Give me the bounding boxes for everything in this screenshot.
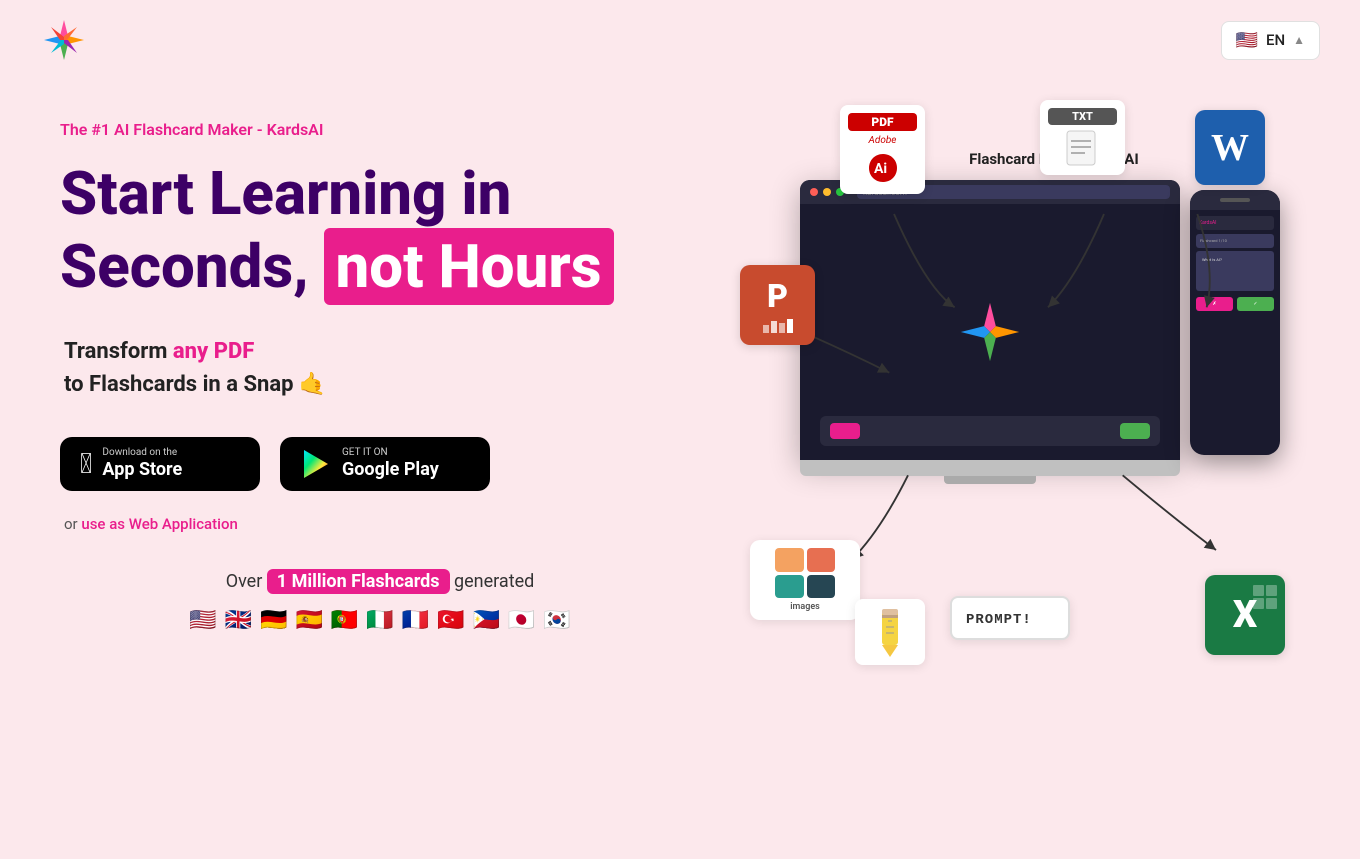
left-panel: The #1 AI Flashcard Maker - KardsAI Star… [60,100,700,720]
header: 🇺🇸 EN ▲ [0,0,1360,80]
app-store-small-text: Download on the [102,447,182,459]
flag-kr: 🇰🇷 [543,608,570,633]
bottom-bar-btn-2 [1120,423,1150,439]
right-panel: Flashcard Maker KardsAI kardsai.com [740,100,1300,720]
laptop-stand [944,476,1036,484]
flag-fr: 🇫🇷 [402,608,429,633]
pdf-sub: Adobe [869,135,897,146]
phone-content: KardsAI Flashcard 1/10 What is AI? ✗ ✓ [1190,210,1280,317]
kardsai-logo-icon [40,16,88,64]
txt-file-icon [1063,129,1103,167]
flag-de: 🇩🇪 [260,608,287,633]
logo-container [40,16,88,64]
app-store-button[interactable]:  Download on the App Store [60,437,260,491]
illustration-container: Flashcard Maker KardsAI kardsai.com [740,100,1300,720]
google-play-icon [300,448,332,480]
google-play-text-group: GET IT ON Google Play [342,447,439,481]
stats-text: Over 1 Million Flashcards generated [60,569,700,594]
app-buttons:  Download on the App Store [60,437,700,491]
laptop-screen: kardsai.com [800,180,1180,460]
prompt-label: PROMPT! [966,612,1032,628]
flag-us: 🇺🇸 [189,608,216,633]
million-badge: 1 Million Flashcards [267,569,450,594]
stats-prefix: Over [226,571,263,592]
google-play-button[interactable]: GET IT ON Google Play [280,437,490,491]
bottom-bar-btn-1 [830,423,860,439]
language-selector[interactable]: 🇺🇸 EN ▲ [1221,21,1320,60]
sub-heading-highlight: any PDF [173,339,254,364]
stats-suffix: generated [454,571,534,592]
svg-text:Ai: Ai [874,161,887,177]
language-label: EN [1266,31,1285,49]
notes-icon [855,599,925,665]
stats-section: Over 1 Million Flashcards generated 🇺🇸 🇬… [60,569,700,633]
laptop-base [800,460,1180,476]
web-link-section: or use as Web Application [60,515,700,533]
heading-line2-prefix: Seconds, [60,231,309,302]
sub-heading-suffix: to Flashcards in a Snap 🤙 [64,372,326,397]
laptop-logo [955,297,1025,367]
flag-jp: 🇯🇵 [508,608,535,633]
word-icon: W [1195,110,1275,185]
pencil-icon [870,607,910,657]
sub-heading: Transform any PDF to Flashcards in a Sna… [60,335,700,401]
laptop-content [800,204,1180,460]
heading-highlight: not Hours [324,228,614,305]
flag-pt: 🇵🇹 [331,608,358,633]
hero-heading: Start Learning in Seconds, not Hours [60,159,700,305]
main-content: The #1 AI Flashcard Maker - KardsAI Star… [0,80,1360,740]
phone-notch [1220,198,1250,202]
app-store-large-text: App Store [102,459,182,481]
google-play-small-text: GET IT ON [342,447,439,459]
pdf-acrobat-icon: Ai [865,150,901,186]
prompt-icon: PROMPT! [950,596,1070,640]
web-link-prefix: or [64,515,78,533]
web-app-link[interactable]: use as Web Application [81,515,237,533]
flag-es: 🇪🇸 [295,608,322,633]
ppt-letter: P [767,277,788,315]
flag-it: 🇮🇹 [366,608,393,633]
ppt-icon: P [740,265,820,345]
laptop-bottom-bar [820,416,1160,446]
images-icon: images [750,540,860,620]
pdf-label: PDF [848,113,917,131]
ppt-chart [763,319,793,333]
flag-gb: 🇬🇧 [225,608,252,633]
word-letter: W [1211,126,1249,170]
tagline: The #1 AI Flashcard Maker - KardsAI [60,120,700,139]
device-area: kardsai.com [800,180,1280,580]
heading-line1: Start Learning in [60,158,511,229]
app-store-text-group: Download on the App Store [102,447,182,481]
apple-icon:  [80,447,92,480]
chevron-up-icon: ▲ [1293,33,1305,47]
us-flag-icon: 🇺🇸 [1236,30,1258,51]
txt-label: TXT [1048,108,1117,125]
phone-screen: KardsAI Flashcard 1/10 What is AI? ✗ ✓ [1190,190,1280,455]
google-play-large-text: Google Play [342,459,439,481]
flags-row: 🇺🇸 🇬🇧 🇩🇪 🇪🇸 🇵🇹 🇮🇹 🇫🇷 🇹🇷 🇵🇭 🇯🇵 🇰🇷 [60,608,700,633]
phone-toolbar [1190,190,1280,210]
toolbar-close-dot [810,188,818,196]
flag-tr: 🇹🇷 [437,608,464,633]
pdf-icon: PDF Adobe Ai [840,105,925,194]
sub-heading-transform: Transform [64,339,167,364]
toolbar-minimize-dot [823,188,831,196]
images-label: images [790,602,820,612]
txt-icon: TXT [1040,100,1125,175]
flag-ph: 🇵🇭 [473,608,500,633]
excel-icon: X [1205,575,1290,655]
